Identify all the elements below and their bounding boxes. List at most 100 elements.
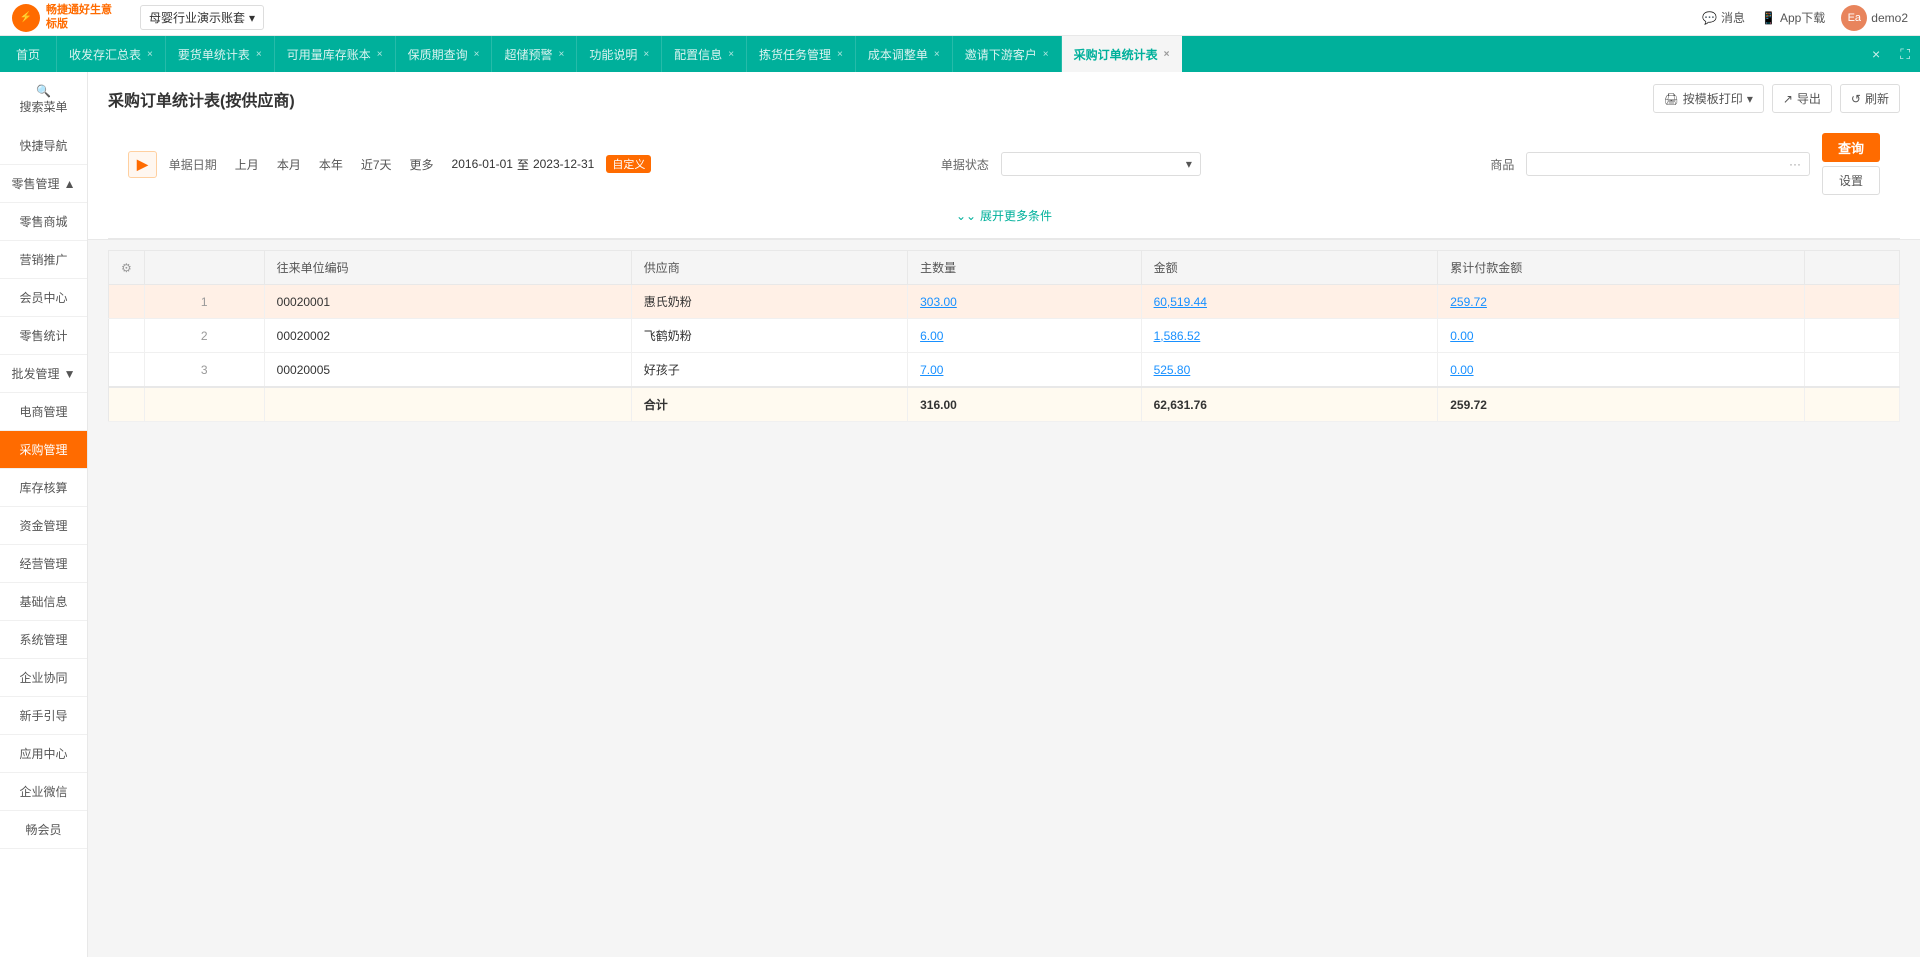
td-settings bbox=[109, 353, 145, 388]
close-tab-purchase-summary[interactable]: × bbox=[1164, 49, 1170, 60]
nav-tabs-right: × ⛶ bbox=[1862, 36, 1920, 72]
sidebar-item-marketing[interactable]: 营销推广 bbox=[0, 241, 87, 279]
close-all-tabs-button[interactable]: × bbox=[1862, 46, 1890, 62]
sidebar-search[interactable]: 🔍 搜索菜单 bbox=[0, 72, 87, 127]
sidebar-item-new-guide[interactable]: 新手引导 bbox=[0, 697, 87, 735]
query-button[interactable]: 查询 bbox=[1822, 133, 1880, 162]
collapse-toggle[interactable]: ▶ bbox=[128, 151, 157, 178]
date-range: 2016-01-01 至 2023-12-31 bbox=[452, 156, 595, 173]
sidebar-item-operations[interactable]: 经营管理 bbox=[0, 545, 87, 583]
shortcut-this-month[interactable]: 本月 bbox=[271, 154, 307, 175]
export-button[interactable]: ↗ 导出 bbox=[1772, 84, 1832, 113]
sidebar-item-retail[interactable]: 零售管理 ▲ bbox=[0, 165, 87, 203]
account-selector[interactable]: 母婴行业演示账套 ▾ bbox=[140, 5, 264, 30]
shortcut-7days[interactable]: 近7天 bbox=[355, 154, 398, 175]
close-tab-available-stock[interactable]: × bbox=[377, 49, 383, 60]
avatar: Ea bbox=[1841, 5, 1867, 31]
tab-home[interactable]: 首页 bbox=[0, 36, 57, 72]
sidebar-item-member2[interactable]: 畅会员 bbox=[0, 811, 87, 849]
shortcut-more[interactable]: 更多 bbox=[404, 154, 440, 175]
expand-more-button[interactable]: ⌄⌄ 展开更多条件 bbox=[956, 207, 1052, 224]
tab-function-desc[interactable]: 功能说明 × bbox=[577, 36, 662, 72]
sidebar-item-inventory[interactable]: 库存核算 bbox=[0, 469, 87, 507]
th-amount: 金额 bbox=[1141, 251, 1438, 285]
shortcut-last-month[interactable]: 上月 bbox=[229, 154, 265, 175]
print-button[interactable]: 🖨 按模板打印 ▾ bbox=[1653, 84, 1764, 113]
close-tab-config-info[interactable]: × bbox=[728, 49, 734, 60]
td-paid-amount[interactable]: 0.00 bbox=[1438, 353, 1805, 388]
tab-purchase-summary[interactable]: 采购订单统计表 × bbox=[1062, 36, 1183, 72]
td-paid-amount[interactable]: 0.00 bbox=[1438, 319, 1805, 353]
expand-row: ⌄⌄ 展开更多条件 bbox=[128, 203, 1880, 228]
refresh-button[interactable]: ↺ 刷新 bbox=[1840, 84, 1900, 113]
sidebar-item-enterprise-collab[interactable]: 企业协同 bbox=[0, 659, 87, 697]
app-download-button[interactable]: 📱 App下载 bbox=[1761, 9, 1825, 26]
tab-pickup-task[interactable]: 拣货任务管理 × bbox=[747, 36, 856, 72]
chevron-down-icon: ▾ bbox=[249, 11, 255, 25]
filter-row-1: ▶ 单据日期 上月 本月 本年 近7天 更多 2016-01-01 至 2023… bbox=[128, 133, 1880, 195]
sidebar-item-ecommerce[interactable]: 电商管理 bbox=[0, 393, 87, 431]
td-amount[interactable]: 1,586.52 bbox=[1141, 319, 1438, 353]
sidebar-item-finance[interactable]: 资金管理 bbox=[0, 507, 87, 545]
th-settings: ⚙ bbox=[109, 251, 145, 285]
td-main-qty[interactable]: 6.00 bbox=[908, 319, 1141, 353]
sidebar-item-system[interactable]: 系统管理 bbox=[0, 621, 87, 659]
tab-invite-downstream[interactable]: 邀请下游客户 × bbox=[953, 36, 1062, 72]
tf-main-qty: 316.00 bbox=[908, 387, 1141, 422]
tab-cost-adjust[interactable]: 成本调整单 × bbox=[856, 36, 953, 72]
shortcut-this-year[interactable]: 本年 bbox=[313, 154, 349, 175]
sidebar-item-wholesale[interactable]: 批发管理 ▼ bbox=[0, 355, 87, 393]
chevron-icon: ▼ bbox=[64, 367, 76, 381]
sidebar-item-purchase[interactable]: 采购管理 bbox=[0, 431, 87, 469]
close-tab-order-summary[interactable]: × bbox=[256, 49, 262, 60]
td-amount[interactable]: 525.80 bbox=[1141, 353, 1438, 388]
td-paid-amount[interactable]: 259.72 bbox=[1438, 285, 1805, 319]
td-amount[interactable]: 60,519.44 bbox=[1141, 285, 1438, 319]
sidebar-item-member[interactable]: 会员中心 bbox=[0, 279, 87, 317]
logo-area: ⚡ 畅捷通好生意 标版 bbox=[12, 4, 112, 32]
td-main-qty[interactable]: 7.00 bbox=[908, 353, 1141, 388]
tab-overstock[interactable]: 超储预警 × bbox=[492, 36, 577, 72]
sidebar-item-retail-shop[interactable]: 零售商城 bbox=[0, 203, 87, 241]
tab-receive-summary[interactable]: 收发存汇总表 × bbox=[57, 36, 166, 72]
user-profile[interactable]: Ea demo2 bbox=[1841, 5, 1908, 31]
close-tab-pickup-task[interactable]: × bbox=[837, 49, 843, 60]
goods-more-button[interactable]: ··· bbox=[1789, 157, 1801, 171]
sidebar-item-quick-nav[interactable]: 快捷导航 bbox=[0, 127, 87, 165]
td-supplier-code: 00020001 bbox=[264, 285, 631, 319]
sidebar-item-enterprise-wechat[interactable]: 企业微信 bbox=[0, 773, 87, 811]
close-tab-invite-downstream[interactable]: × bbox=[1043, 49, 1049, 60]
tab-warranty[interactable]: 保质期查询 × bbox=[396, 36, 493, 72]
close-tab-receive-summary[interactable]: × bbox=[147, 49, 153, 60]
expand-tabs-button[interactable]: ⛶ bbox=[1890, 46, 1920, 63]
nav-tabs: 首页 收发存汇总表 × 要货单统计表 × 可用量库存账本 × 保质期查询 × 超… bbox=[0, 36, 1920, 72]
chevron-icon: ▲ bbox=[64, 177, 76, 191]
column-settings-icon[interactable]: ⚙ bbox=[121, 261, 132, 275]
th-supplier-code: 往来单位编码 bbox=[264, 251, 631, 285]
tab-available-stock[interactable]: 可用量库存账本 × bbox=[275, 36, 396, 72]
sidebar-item-retail-stats[interactable]: 零售统计 bbox=[0, 317, 87, 355]
td-supplier-code: 00020005 bbox=[264, 353, 631, 388]
sidebar-item-basic-info[interactable]: 基础信息 bbox=[0, 583, 87, 621]
goods-filter-label: 商品 bbox=[1490, 156, 1514, 173]
close-tab-function-desc[interactable]: × bbox=[643, 49, 649, 60]
message-button[interactable]: 💬 消息 bbox=[1702, 9, 1745, 26]
close-tab-overstock[interactable]: × bbox=[558, 49, 564, 60]
tab-order-summary[interactable]: 要货单统计表 × bbox=[166, 36, 275, 72]
logo-text: 畅捷通好生意 标版 bbox=[46, 4, 112, 30]
sidebar-item-app-center[interactable]: 应用中心 bbox=[0, 735, 87, 773]
close-tab-cost-adjust[interactable]: × bbox=[934, 49, 940, 60]
td-supplier-name: 飞鹤奶粉 bbox=[631, 319, 907, 353]
th-paid-amount: 累计付款金额 bbox=[1438, 251, 1805, 285]
table-footer-row: 合计 316.00 62,631.76 259.72 bbox=[109, 387, 1900, 422]
logo-icon: ⚡ bbox=[12, 4, 40, 32]
close-tab-warranty[interactable]: × bbox=[474, 49, 480, 60]
chevron-down-icon: ▾ bbox=[1747, 92, 1753, 106]
td-main-qty[interactable]: 303.00 bbox=[908, 285, 1141, 319]
th-index bbox=[144, 251, 264, 285]
tab-config-info[interactable]: 配置信息 × bbox=[662, 36, 747, 72]
td-index: 1 bbox=[144, 285, 264, 319]
settings-button[interactable]: 设置 bbox=[1822, 166, 1880, 195]
goods-input[interactable]: ··· bbox=[1526, 152, 1810, 176]
status-select[interactable]: ▾ bbox=[1001, 152, 1201, 176]
